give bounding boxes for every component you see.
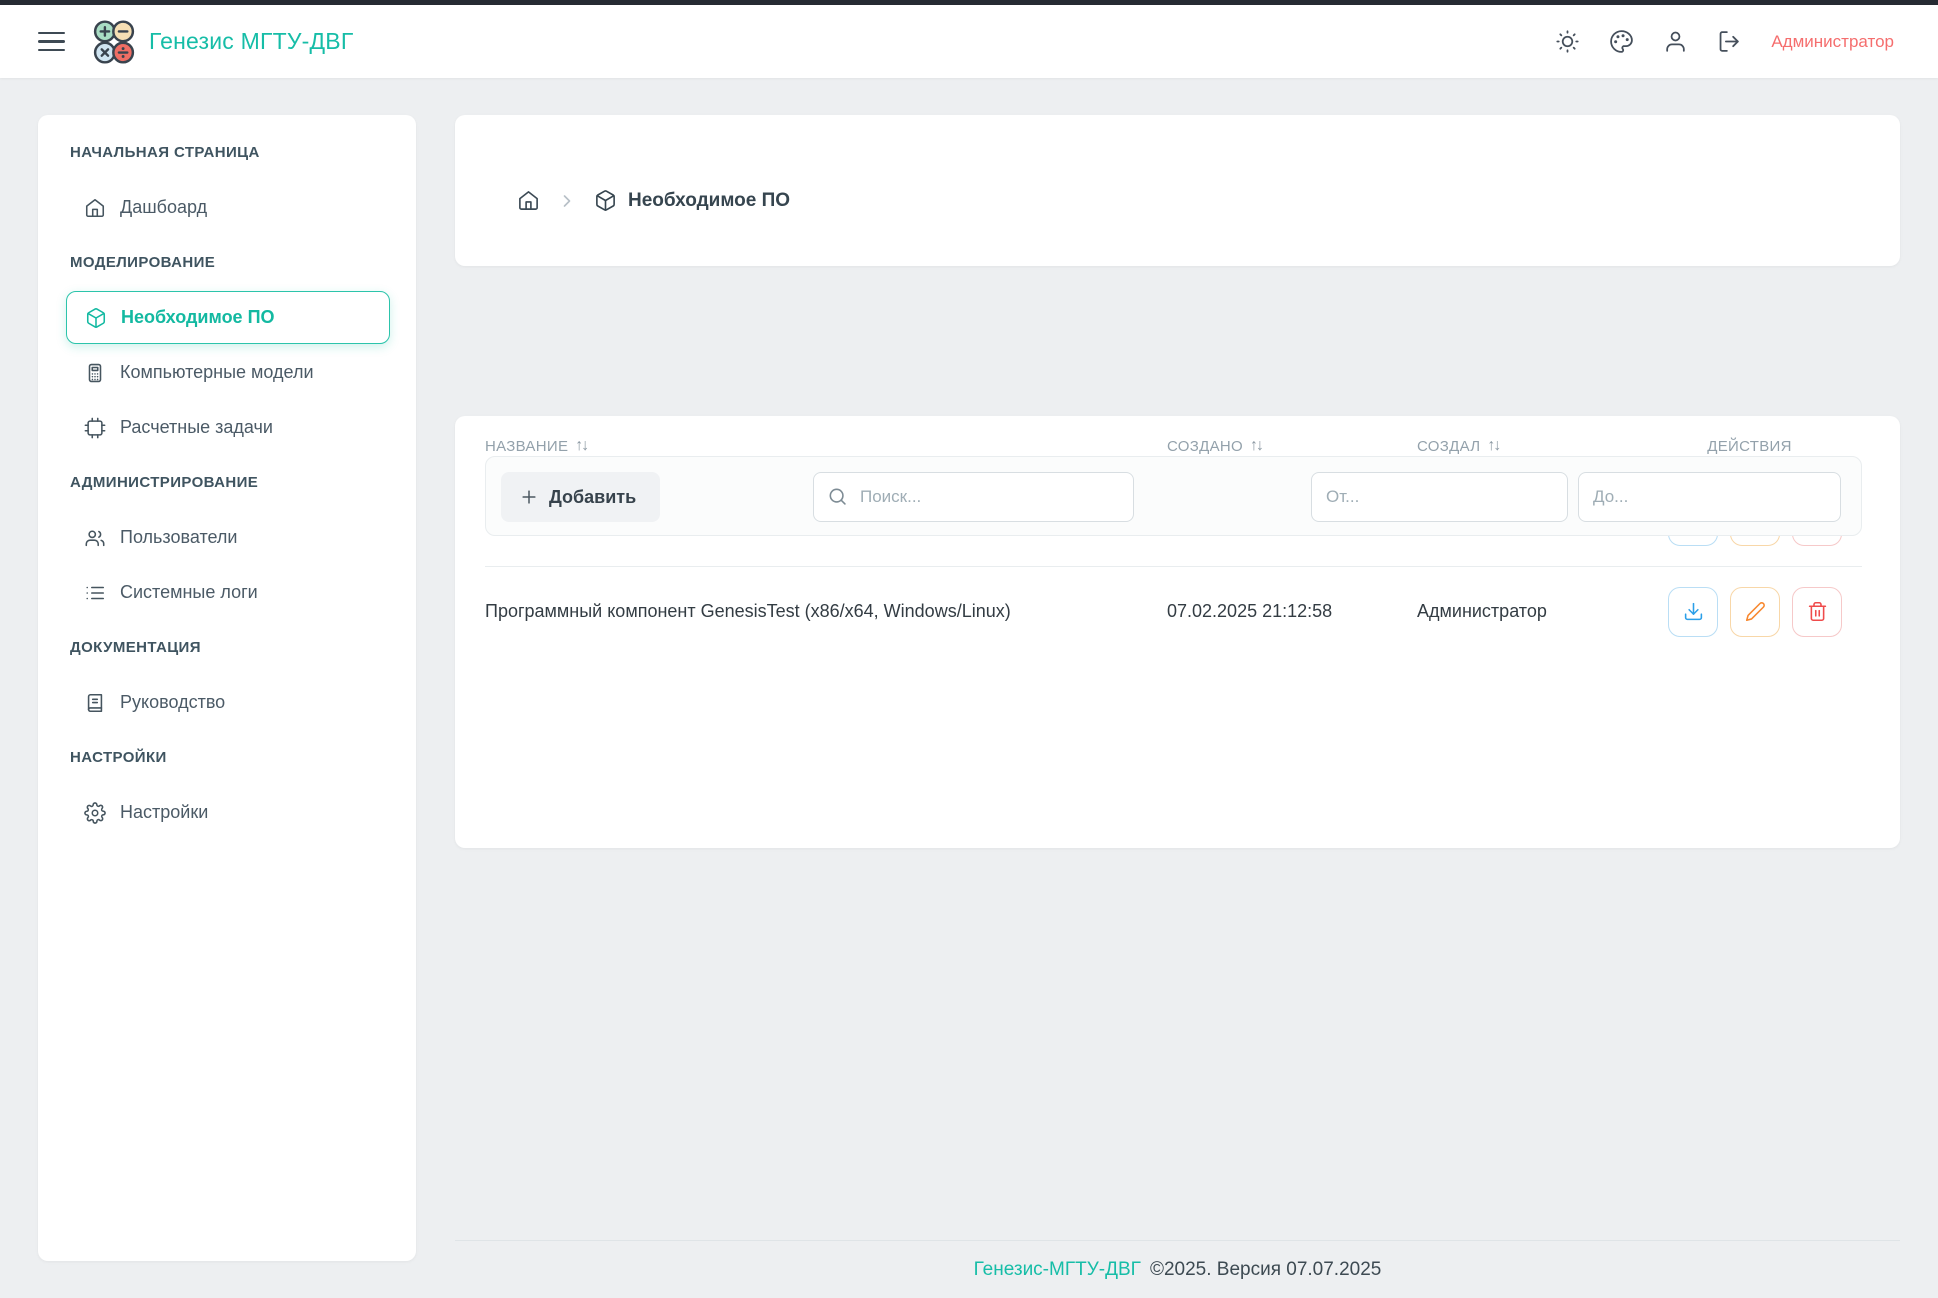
calculator-icon — [84, 362, 106, 384]
users-icon — [84, 527, 106, 549]
breadcrumb-card: Необходимое ПО — [455, 115, 1900, 266]
sidebar-item-dashboard[interactable]: Дашбоард — [38, 180, 416, 235]
sidebar-item-computer-models[interactable]: Компьютерные модели — [38, 345, 416, 400]
sidebar-item-label: Компьютерные модели — [120, 362, 314, 382]
software-table: НАЗВАНИЕ ↑↓ СОЗДАНО ↑↓ СОЗДАЛ ↑↓ ДЕЙСТВИ… — [485, 416, 1862, 656]
cpu-icon — [84, 417, 106, 439]
sort-icon: ↑↓ — [1250, 437, 1264, 454]
page-footer: Генезис-МГТУ-ДВГ ©2025. Версия 07.07.202… — [455, 1240, 1900, 1298]
profile-icon[interactable] — [1663, 29, 1688, 54]
footer-brand-link[interactable]: Генезис-МГТУ-ДВГ — [974, 1259, 1141, 1281]
sidebar-section-modeling: МОДЕЛИРОВАНИЕ — [70, 254, 216, 271]
edit-icon — [1745, 602, 1765, 622]
row-name: Программный компонент GenesisTest (x86/x… — [485, 601, 1011, 621]
package-icon — [85, 307, 107, 329]
logout-icon[interactable] — [1717, 29, 1742, 54]
edit-button[interactable] — [1730, 586, 1780, 637]
app-title: Генезис МГТУ-ДВГ — [149, 28, 354, 54]
sidebar-item-label: Расчетные задачи — [120, 417, 273, 437]
table-row: Программный компонент GenesisTest (x86/x… — [485, 566, 1862, 656]
content-card: Добавить НАЗВАНИЕ ↑↓ СОЗДА — [455, 416, 1900, 848]
sidebar-item-users[interactable]: Пользователи — [38, 510, 416, 565]
sidebar-item-label: Необходимое ПО — [121, 307, 275, 327]
column-header-actions: ДЕЙСТВИЯ — [1707, 437, 1792, 455]
app-header: Генезис МГТУ-ДВГ Администратор — [0, 5, 1938, 78]
sidebar-item-computation-tasks[interactable]: Расчетные задачи — [38, 400, 416, 455]
sidebar-item-label: Дашбоард — [120, 197, 208, 217]
sidebar-item-label: Руководство — [120, 692, 226, 712]
download-icon — [1684, 602, 1702, 621]
column-header-creator[interactable]: СОЗДАЛ ↑↓ — [1417, 437, 1637, 455]
chevron-right-icon — [557, 191, 577, 211]
home-icon — [84, 197, 106, 219]
palette-icon[interactable] — [1609, 29, 1634, 54]
delete-button[interactable] — [1792, 586, 1842, 637]
column-header-created[interactable]: СОЗДАНО ↑↓ — [1167, 437, 1417, 455]
add-button[interactable]: Добавить — [501, 472, 661, 522]
menu-toggle-button[interactable] — [38, 28, 65, 56]
download-button[interactable] — [1668, 586, 1718, 637]
main-area: Необходимое ПО Добавить Поиск... От... Д… — [455, 115, 1900, 848]
sidebar: НАЧАЛЬНАЯ СТРАНИЦА Дашбоард МОДЕЛИРОВАНИ… — [38, 115, 416, 1261]
breadcrumb-current: Необходимое ПО — [594, 189, 790, 212]
current-user-label[interactable]: Администратор — [1771, 32, 1894, 52]
sidebar-item-label: Пользователи — [120, 527, 238, 547]
row-creator: Администратор — [1417, 601, 1547, 621]
row-actions — [1637, 586, 1862, 637]
sidebar-section-home: НАЧАЛЬНАЯ СТРАНИЦА — [70, 144, 260, 161]
breadcrumb-home-icon[interactable] — [517, 189, 540, 212]
sidebar-item-settings[interactable]: Настройки — [38, 785, 416, 840]
sidebar-section-administration: АДМИНИСТРИРОВАНИЕ — [70, 474, 259, 491]
search-field-wrap — [813, 472, 1134, 522]
plus-minus-multiply-divide-logo-icon — [91, 19, 137, 65]
package-icon — [594, 189, 617, 212]
sort-icon: ↑↓ — [575, 437, 589, 454]
brightness-icon[interactable] — [1555, 29, 1580, 54]
header-actions: Администратор — [1555, 29, 1894, 54]
sidebar-item-manual[interactable]: Руководство — [38, 675, 416, 730]
sidebar-item-label: Настройки — [120, 802, 209, 822]
page-title: Необходимое ПО — [628, 189, 791, 211]
list-icon — [84, 582, 106, 604]
date-to-input[interactable] — [1578, 472, 1841, 522]
search-input[interactable] — [813, 472, 1134, 522]
sort-icon: ↑↓ — [1487, 437, 1501, 454]
sidebar-item-system-logs[interactable]: Системные логи — [38, 565, 416, 620]
trash-icon — [1808, 601, 1826, 622]
row-created: 07.02.2025 21:12:58 — [1167, 601, 1333, 621]
breadcrumb: Необходимое ПО — [517, 189, 790, 212]
toolbar: Добавить — [485, 456, 1862, 536]
date-from-input[interactable] — [1311, 472, 1568, 522]
book-icon — [84, 692, 106, 714]
footer-version-text: ©2025. Версия 07.07.2025 — [1149, 1258, 1382, 1280]
sidebar-section-documentation: ДОКУМЕНТАЦИЯ — [70, 639, 201, 656]
sidebar-item-required-software[interactable]: Необходимое ПО — [66, 291, 390, 344]
gear-icon — [84, 801, 106, 824]
add-button-label: Добавить — [549, 486, 637, 507]
sidebar-section-settings: НАСТРОЙКИ — [70, 749, 167, 766]
column-header-name[interactable]: НАЗВАНИЕ ↑↓ — [485, 437, 1167, 455]
sidebar-item-label: Системные логи — [120, 582, 258, 602]
